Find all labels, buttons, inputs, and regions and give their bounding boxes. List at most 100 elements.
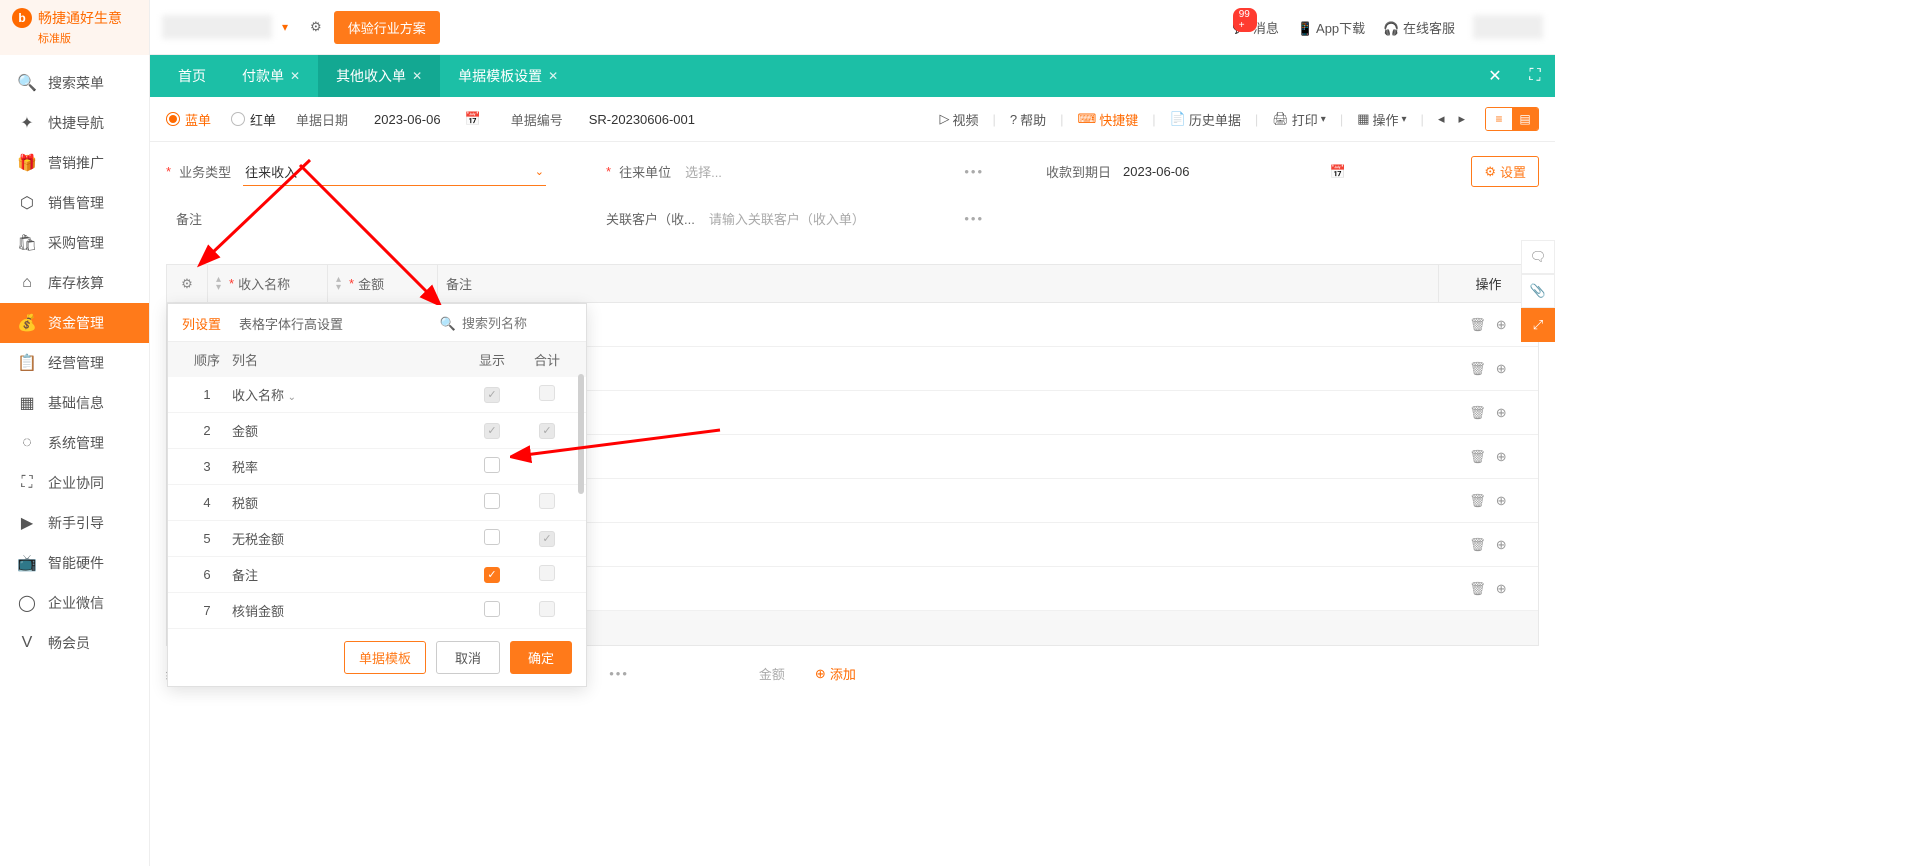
tenant-caret-icon[interactable]: ▾ <box>282 20 288 34</box>
popover-tab-columns[interactable]: 列设置 <box>182 314 221 333</box>
card-view-icon[interactable]: ▤ <box>1512 108 1538 130</box>
video-link[interactable]: ▷视频 <box>939 110 978 129</box>
online-service-link[interactable]: 🎧 在线客服 <box>1383 18 1455 37</box>
tab-close-icon[interactable]: ✕ <box>290 69 300 83</box>
prev-doc-icon[interactable]: ◂ <box>1438 111 1445 127</box>
rail-attach-icon[interactable]: 📎 <box>1521 274 1555 308</box>
hotkey-link[interactable]: ⌨快捷键 <box>1077 110 1138 129</box>
checkbox[interactable] <box>484 387 500 403</box>
sidebar-item-10[interactable]: ⛶企业协同 <box>0 463 149 503</box>
radio-red-receipt[interactable]: 红单 <box>231 110 276 129</box>
sidebar-item-9[interactable]: ◌系统管理 <box>0 423 149 463</box>
list-view-icon[interactable]: ≡ <box>1486 108 1512 130</box>
checkbox[interactable] <box>539 423 555 439</box>
tab-1[interactable]: 付款单✕ <box>224 55 318 97</box>
topbar-gear-icon[interactable]: ⚙ <box>310 19 322 35</box>
calendar-icon[interactable]: 📅 <box>465 111 481 127</box>
help-link[interactable]: ?帮助 <box>1010 110 1046 129</box>
sidebar-item-8[interactable]: ▦基础信息 <box>0 383 149 423</box>
due-date-field[interactable]: 收款到期日 2023-06-06 📅 <box>1046 156 1346 187</box>
row-copy-icon[interactable]: ⊕ <box>1496 449 1507 465</box>
checkbox[interactable] <box>484 567 500 583</box>
row-copy-icon[interactable]: ⊕ <box>1496 581 1507 597</box>
checkbox[interactable] <box>539 531 555 547</box>
more-icon[interactable]: ••• <box>964 211 984 226</box>
add-settlement-link[interactable]: ⊕添加 <box>815 664 856 683</box>
confirm-button[interactable]: 确定 <box>510 641 572 674</box>
row-copy-icon[interactable]: ⊕ <box>1496 493 1507 509</box>
checkbox[interactable] <box>539 565 555 581</box>
checkbox[interactable] <box>539 601 555 617</box>
cancel-button[interactable]: 取消 <box>436 641 500 674</box>
radio-blue-receipt[interactable]: 蓝单 <box>166 110 211 129</box>
checkbox[interactable] <box>484 457 500 473</box>
checkbox[interactable] <box>484 601 500 617</box>
sidebar-item-11[interactable]: ▶新手引导 <box>0 503 149 543</box>
tabs-fullscreen-icon[interactable]: ⛶ <box>1515 55 1555 97</box>
ops-link[interactable]: ▦操作 ▾ <box>1357 110 1406 129</box>
app-download-link[interactable]: 📱 App下载 <box>1297 18 1365 37</box>
sidebar-item-1[interactable]: ✦快捷导航 <box>0 103 149 143</box>
tab-3[interactable]: 单据模板设置✕ <box>440 55 576 97</box>
sidebar-item-12[interactable]: 📺智能硬件 <box>0 543 149 583</box>
party-field[interactable]: *往来单位 选择...••• <box>606 156 986 187</box>
more-icon[interactable]: ••• <box>609 666 629 681</box>
sidebar-item-3[interactable]: ⬡销售管理 <box>0 183 149 223</box>
rail-note-icon[interactable]: 🗨 <box>1521 240 1555 274</box>
row-copy-icon[interactable]: ⊕ <box>1496 537 1507 553</box>
checkbox[interactable] <box>484 493 500 509</box>
grid-column-settings-icon[interactable]: ⚙ <box>167 276 207 292</box>
remark-field[interactable]: 备注 <box>166 205 546 232</box>
chevron-down-icon[interactable]: ⌄ <box>288 392 296 403</box>
print-link[interactable]: 🖨打印 ▾ <box>1272 110 1326 129</box>
popover-scrollbar[interactable] <box>578 374 584 494</box>
sidebar-item-0[interactable]: 🔍搜索菜单 <box>0 63 149 103</box>
row-delete-icon[interactable]: 🗑 <box>1469 581 1486 597</box>
sidebar-item-7[interactable]: 📋经营管理 <box>0 343 149 383</box>
checkbox[interactable] <box>484 529 500 545</box>
col-remark[interactable]: 备注 <box>437 265 1438 302</box>
row-delete-icon[interactable]: 🗑 <box>1469 537 1486 553</box>
related-customer-field[interactable]: 关联客户（收... 请输入关联客户（收入单）••• <box>606 205 986 232</box>
row-delete-icon[interactable]: 🗑 <box>1469 449 1486 465</box>
row-delete-icon[interactable]: 🗑 <box>1469 405 1486 421</box>
more-icon[interactable]: ••• <box>964 164 984 179</box>
row-delete-icon[interactable]: 🗑 <box>1469 317 1486 333</box>
tabs-close-all-icon[interactable]: ✕ <box>1475 55 1515 97</box>
form-settings-button[interactable]: ⚙设置 <box>1471 156 1539 187</box>
sidebar-item-6[interactable]: 💰资金管理 <box>0 303 149 343</box>
sidebar-item-5[interactable]: ⌂库存核算 <box>0 263 149 303</box>
sidebar-item-14[interactable]: V畅会员 <box>0 623 149 663</box>
template-button[interactable]: 单据模板 <box>344 641 426 674</box>
row-delete-icon[interactable]: 🗑 <box>1469 493 1486 509</box>
popover-tab-rowheight[interactable]: 表格字体行高设置 <box>239 314 343 333</box>
popover-search[interactable]: 🔍 <box>440 316 572 332</box>
checkbox[interactable] <box>484 423 500 439</box>
user-avatar-blurred[interactable] <box>1473 15 1543 39</box>
messages-link[interactable]: 💬 消息 99 + <box>1233 18 1279 37</box>
history-link[interactable]: 📄历史单据 <box>1170 110 1241 129</box>
sidebar-item-13[interactable]: ◯企业微信 <box>0 583 149 623</box>
doc-date-value[interactable]: 2023-06-06 <box>374 112 441 127</box>
col-amount[interactable]: ▴▾*金额 <box>327 265 437 302</box>
next-doc-icon[interactable]: ▸ <box>1458 111 1465 127</box>
popover-search-input[interactable] <box>462 316 572 331</box>
trial-industry-button[interactable]: 体验行业方案 <box>334 11 440 44</box>
calendar-icon[interactable]: 📅 <box>1330 164 1346 180</box>
tab-0[interactable]: 首页 <box>160 55 224 97</box>
row-delete-icon[interactable]: 🗑 <box>1469 361 1486 377</box>
sidebar-item-2[interactable]: 🎁营销推广 <box>0 143 149 183</box>
tab-2[interactable]: 其他收入单✕ <box>318 55 440 97</box>
tab-close-icon[interactable]: ✕ <box>412 69 422 83</box>
sidebar-item-4[interactable]: 🛍采购管理 <box>0 223 149 263</box>
checkbox[interactable] <box>539 385 555 401</box>
col-income-name[interactable]: ▴▾*收入名称 <box>207 265 327 302</box>
rail-expand-icon[interactable]: ⤢ <box>1521 308 1555 342</box>
row-copy-icon[interactable]: ⊕ <box>1496 405 1507 421</box>
checkbox[interactable] <box>539 493 555 509</box>
row-copy-icon[interactable]: ⊕ <box>1496 317 1507 333</box>
view-toggle[interactable]: ≡▤ <box>1485 107 1539 131</box>
row-copy-icon[interactable]: ⊕ <box>1496 361 1507 377</box>
business-type-field[interactable]: *业务类型 往来收入⌄ <box>166 156 546 187</box>
tab-close-icon[interactable]: ✕ <box>548 69 558 83</box>
